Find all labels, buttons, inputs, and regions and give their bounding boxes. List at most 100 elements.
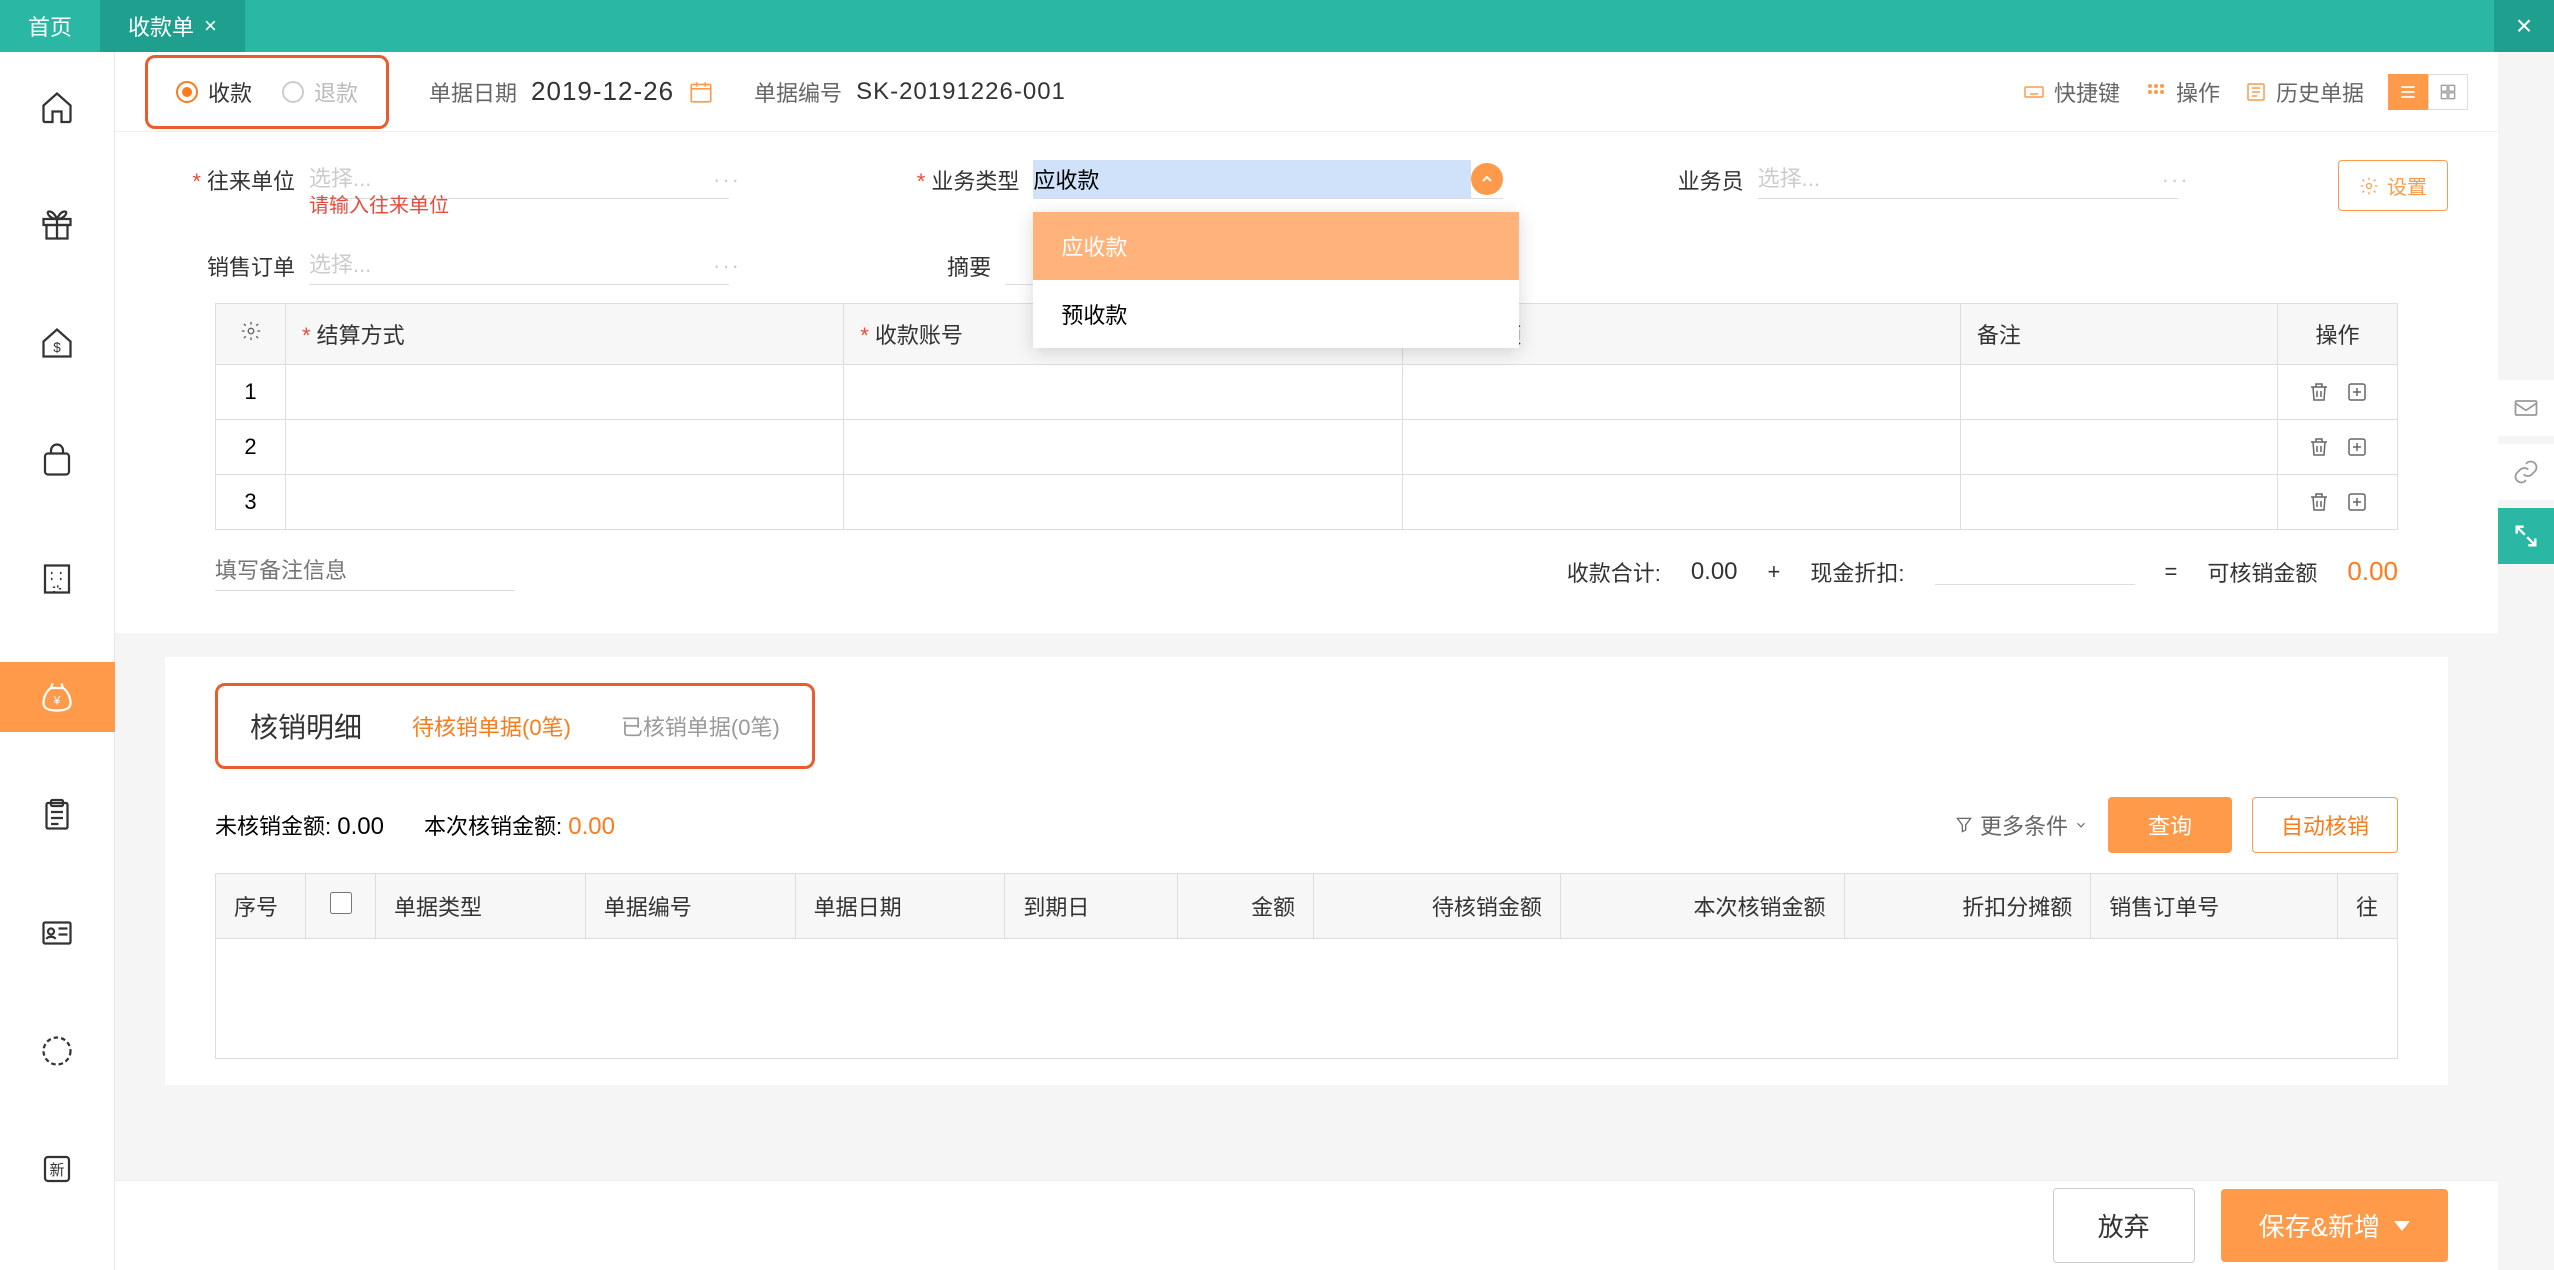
doc-date: 单据日期 2019-12-26 xyxy=(429,76,714,108)
writeoff-meta: 未核销金额: 0.00 本次核销金额: 0.00 更多条件 查询 自动核销 xyxy=(165,797,2448,873)
right-expand[interactable] xyxy=(2498,508,2554,564)
gift-icon xyxy=(39,207,75,243)
toolbar: 收款 退款 单据日期 2019-12-26 单据编号 SK-20191226-0… xyxy=(115,52,2498,132)
view-toggle xyxy=(2388,74,2468,110)
doc-number-value: SK-20191226-001 xyxy=(856,78,1066,106)
doc-number-label: 单据编号 xyxy=(754,76,842,108)
salesman-input[interactable] xyxy=(1758,160,2178,199)
sales-order-input[interactable] xyxy=(309,246,729,285)
header-bar: 首页 收款单 × × xyxy=(0,0,2554,52)
writeoff-amt-label: 可核销金额 xyxy=(2207,556,2317,588)
more-icon[interactable]: ··· xyxy=(713,253,741,279)
more-icon[interactable]: ··· xyxy=(2162,167,2190,193)
col-remark: 备注 xyxy=(1960,304,2277,365)
house-dollar-icon: $ xyxy=(39,325,75,361)
discard-button[interactable]: 放弃 xyxy=(2053,1188,2195,1263)
total-label: 收款合计: xyxy=(1567,556,1661,588)
window-close-icon[interactable]: × xyxy=(2494,0,2554,52)
nav-refresh[interactable] xyxy=(0,1016,115,1086)
radio-icon xyxy=(176,81,198,103)
tab-receipt[interactable]: 收款单 × xyxy=(100,0,245,52)
remark-input[interactable] xyxy=(215,552,515,591)
table-row xyxy=(216,939,2398,1059)
history-icon xyxy=(2244,80,2268,104)
query-button[interactable]: 查询 xyxy=(2108,797,2232,853)
tabs: 首页 收款单 × xyxy=(0,0,245,52)
doc-date-value[interactable]: 2019-12-26 xyxy=(531,76,674,107)
biztype-input[interactable] xyxy=(1033,160,1471,198)
delete-icon[interactable] xyxy=(2307,435,2331,459)
keyboard-icon xyxy=(2022,80,2046,104)
nav-gift[interactable] xyxy=(0,190,115,260)
nav-money-bag[interactable]: ¥ xyxy=(0,662,115,732)
delete-icon[interactable] xyxy=(2307,380,2331,404)
radio-receive[interactable]: 收款 xyxy=(176,76,252,108)
settings-button[interactable]: 设置 xyxy=(2338,160,2448,211)
table-header-row: 序号 单据类型 单据编号 单据日期 到期日 金额 待核销金额 本次核销金额 折扣… xyxy=(216,874,2398,939)
biztype-dropdown: 应收款 预收款 xyxy=(1033,212,1519,348)
gear-column[interactable] xyxy=(216,304,286,365)
doc-number: 单据编号 SK-20191226-001 xyxy=(754,76,1066,108)
refresh-icon xyxy=(39,1033,75,1069)
nav-building[interactable] xyxy=(0,544,115,614)
delete-icon[interactable] xyxy=(2307,490,2331,514)
right-link[interactable] xyxy=(2498,444,2554,500)
history-link[interactable]: 历史单据 xyxy=(2244,76,2364,108)
radio-icon xyxy=(282,81,304,103)
save-new-button[interactable]: 保存&新增 xyxy=(2221,1189,2448,1262)
select-all-checkbox[interactable] xyxy=(330,892,352,914)
tab-done[interactable]: 已核销单据(0笔) xyxy=(621,710,780,742)
biztype-field: *业务类型 应收款 预收款 xyxy=(889,160,1553,199)
nav-house-dollar[interactable]: $ xyxy=(0,308,115,378)
ops-link[interactable]: 操作 xyxy=(2144,76,2220,108)
table-row[interactable]: 3 xyxy=(216,475,2398,530)
svg-text:$: $ xyxy=(53,340,61,355)
more-conditions[interactable]: 更多条件 xyxy=(1954,809,2088,841)
calendar-icon[interactable] xyxy=(688,79,714,105)
summary-row: 收款合计: 0.00 + 现金折扣: = 可核销金额 0.00 xyxy=(165,530,2448,613)
tab-home[interactable]: 首页 xyxy=(0,0,100,52)
link-icon xyxy=(2512,458,2540,486)
more-icon[interactable]: ··· xyxy=(713,167,741,193)
new-icon: 新 xyxy=(39,1151,75,1187)
auto-writeoff-button[interactable]: 自动核销 xyxy=(2252,797,2398,853)
writeoff-header: 核销明细 待核销单据(0笔) 已核销单据(0笔) xyxy=(215,683,815,769)
add-row-icon[interactable] xyxy=(2345,380,2369,404)
nav-id[interactable] xyxy=(0,898,115,968)
right-sidebar xyxy=(2498,380,2554,564)
svg-text:新: 新 xyxy=(49,1162,64,1179)
gear-icon xyxy=(240,320,262,342)
add-row-icon[interactable] xyxy=(2345,490,2369,514)
radio-refund[interactable]: 退款 xyxy=(282,76,358,108)
building-icon xyxy=(39,561,75,597)
nav-clipboard[interactable] xyxy=(0,780,115,850)
shortcut-link[interactable]: 快捷键 xyxy=(2022,76,2120,108)
tab-pending[interactable]: 待核销单据(0笔) xyxy=(412,710,571,742)
table-row[interactable]: 1 xyxy=(216,365,2398,420)
writeoff-table: 序号 单据类型 单据编号 单据日期 到期日 金额 待核销金额 本次核销金额 折扣… xyxy=(215,873,2398,1059)
right-mail[interactable] xyxy=(2498,380,2554,436)
discount-input[interactable] xyxy=(1935,558,2135,585)
svg-text:¥: ¥ xyxy=(53,694,61,708)
nav-home[interactable] xyxy=(0,72,115,142)
money-bag-icon: ¥ xyxy=(39,679,75,715)
close-icon[interactable]: × xyxy=(204,13,217,39)
writeoff-amt-value: 0.00 xyxy=(2347,556,2398,587)
salesman-field: 业务员 ··· xyxy=(1614,160,2278,199)
dropdown-option[interactable]: 预收款 xyxy=(1033,280,1519,348)
table-row[interactable]: 2 xyxy=(216,420,2398,475)
dropdown-option[interactable]: 应收款 xyxy=(1033,212,1519,280)
nav-new[interactable]: 新 xyxy=(0,1134,115,1204)
view-list[interactable] xyxy=(2388,74,2428,110)
sales-order-field: 销售订单 ··· xyxy=(165,246,801,285)
add-row-icon[interactable] xyxy=(2345,435,2369,459)
home-icon xyxy=(39,89,75,125)
form-section: *往来单位 ··· 请输入往来单位 *业务类型 应收款 预收款 xyxy=(115,132,2498,633)
filter-icon xyxy=(1954,815,1974,835)
grid-view-icon xyxy=(2438,82,2458,102)
id-card-icon xyxy=(39,915,75,951)
nav-bag[interactable] xyxy=(0,426,115,496)
view-grid[interactable] xyxy=(2428,74,2468,110)
total-value: 0.00 xyxy=(1691,558,1738,586)
chevron-up-icon[interactable] xyxy=(1471,163,1503,195)
